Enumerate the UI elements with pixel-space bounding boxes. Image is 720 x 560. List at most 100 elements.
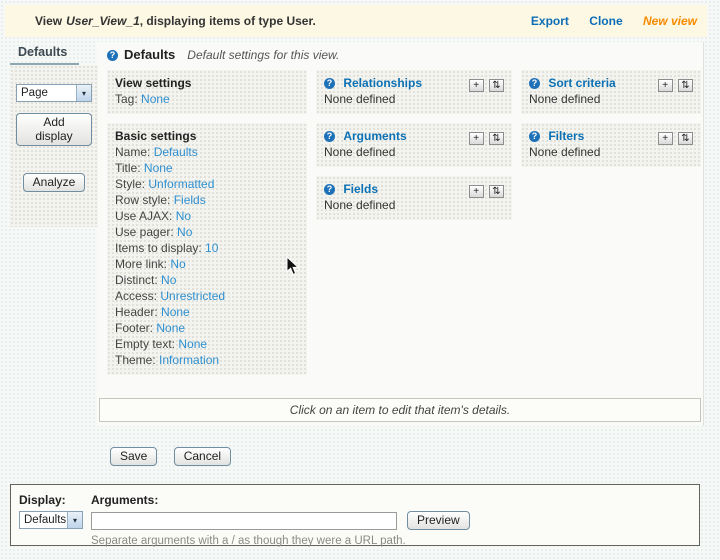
setting-label: Header: [115,305,158,319]
preview-button[interactable]: Preview [407,511,470,530]
setting-row: Empty text: None [115,336,299,352]
add-icon[interactable]: + [657,132,673,145]
sort-criteria-link[interactable]: Sort criteria [548,76,615,90]
tab-defaults[interactable]: Defaults [10,42,80,65]
setting-row: Title: None [115,160,299,176]
export-link[interactable]: Export [531,14,569,28]
setting-value-link[interactable]: No [170,257,185,271]
display-subtitle: Default settings for this view. [187,48,340,62]
basic-settings-title: Basic settings [115,129,197,143]
display-type-select[interactable]: Page ▾ [16,84,92,102]
display-controls: Page ▾ Add display Analyze [10,65,98,227]
analyze-button[interactable]: Analyze [22,173,86,192]
filters-bucket: + ⇅ ? Filters None defined [521,123,701,167]
views-ui-page: { "topbar": { "prefix": "View", "view_na… [0,0,720,560]
help-icon[interactable]: ? [529,78,540,89]
setting-value-link[interactable]: None [178,337,207,351]
display-sidebar: Defaults Page ▾ Add display Analyze [10,42,98,227]
add-icon[interactable]: + [657,79,673,92]
rearrange-icon[interactable]: ⇅ [489,132,504,145]
relationships-empty: None defined [324,92,396,106]
setting-value-link[interactable]: None [144,161,173,175]
filters-link[interactable]: Filters [548,129,584,143]
setting-value-link[interactable]: None [161,305,190,319]
setting-row: More link: No [115,256,299,272]
arguments-empty: None defined [324,145,396,159]
setting-value-link[interactable]: 10 [205,241,218,255]
setting-label: More link: [115,257,168,271]
rearrange-icon[interactable]: ⇅ [489,185,504,198]
view-summary-prefix: View [35,14,63,28]
setting-label: Title: [115,161,141,175]
setting-row: Header: None [115,304,299,320]
setting-row: Use AJAX: No [115,208,299,224]
fields-link[interactable]: Fields [343,182,378,196]
display-title: Defaults [124,47,176,62]
chevron-down-icon: ▾ [67,512,82,528]
add-icon[interactable]: + [468,79,484,92]
help-icon[interactable]: ? [107,50,118,61]
view-settings-title: View settings [115,76,192,90]
setting-value-link[interactable]: No [161,273,176,287]
setting-label: Style: [115,177,146,191]
add-icon[interactable]: + [468,185,484,198]
preview-arguments-group: Arguments: Preview Separate arguments wi… [91,493,470,547]
rearrange-icon[interactable]: ⇅ [678,79,693,92]
arguments-hint: Separate arguments with a / as though th… [91,535,406,547]
bucket-columns: View settings Tag: None Basic settings N… [97,70,703,384]
setting-label: Row style: [115,193,171,207]
setting-value-link[interactable]: Defaults [154,145,198,159]
arguments-input[interactable] [91,511,397,530]
display-settings-panel: ? Defaults Default settings for this view.… [97,42,704,426]
setting-label: Distinct: [115,273,158,287]
setting-value-link[interactable]: No [177,225,192,239]
setting-row: Use pager: No [115,224,299,240]
setting-label: Use pager: [115,225,174,239]
column-settings: View settings Tag: None Basic settings N… [107,70,307,384]
sort-criteria-bucket: + ⇅ ? Sort criteria None defined [521,70,701,114]
help-icon[interactable]: ? [529,131,540,142]
new-view-link[interactable]: New view [643,14,697,28]
setting-label: Access: [115,289,158,303]
setting-value-link[interactable]: Unformatted [148,177,214,191]
preview-display-select[interactable]: Defaults ▾ [19,511,83,529]
fields-empty: None defined [324,198,396,212]
relationships-bucket: + ⇅ ? Relationships None defined [316,70,512,114]
setting-value-link[interactable]: None [141,92,170,106]
setting-row: Distinct: No [115,272,299,288]
cancel-button[interactable]: Cancel [173,447,232,466]
add-display-button[interactable]: Add display [16,113,92,146]
preview-display-group: Display: Defaults ▾ [19,493,91,547]
fields-bucket: + ⇅ ? Fields None defined [316,176,512,220]
rearrange-icon[interactable]: ⇅ [489,79,504,92]
mouse-cursor [286,256,299,276]
chevron-down-icon: ▾ [76,85,91,101]
setting-label: Footer: [115,321,154,335]
help-icon[interactable]: ? [324,78,335,89]
setting-value-link[interactable]: None [156,321,185,335]
rearrange-icon[interactable]: ⇅ [678,132,693,145]
display-type-value: Page [21,87,48,99]
arguments-label: Arguments: [91,493,159,507]
setting-label: Tag: [115,92,138,106]
add-icon[interactable]: + [468,132,484,145]
help-icon[interactable]: ? [324,184,335,195]
setting-value-link[interactable]: No [176,209,191,223]
view-summary-suffix: , displaying items of type User. [139,14,316,28]
setting-label: Name: [115,145,151,159]
view-name: User_View_1 [66,14,140,28]
column-middle: + ⇅ ? Relationships None defined + ⇅ ? A… [316,70,512,384]
save-button[interactable]: Save [110,447,158,466]
clone-link[interactable]: Clone [589,14,622,28]
setting-row: Name: Defaults [115,144,299,160]
setting-value-link[interactable]: Information [159,353,219,367]
filters-empty: None defined [529,145,601,159]
view-settings-bucket: View settings Tag: None [107,70,307,114]
display-label: Display: [19,493,66,507]
setting-value-link[interactable]: Fields [174,193,206,207]
arguments-link[interactable]: Arguments [343,129,406,143]
relationships-link[interactable]: Relationships [343,76,422,90]
setting-value-link[interactable]: Unrestricted [160,289,225,303]
help-icon[interactable]: ? [324,131,335,142]
setting-label: Use AJAX: [115,209,173,223]
